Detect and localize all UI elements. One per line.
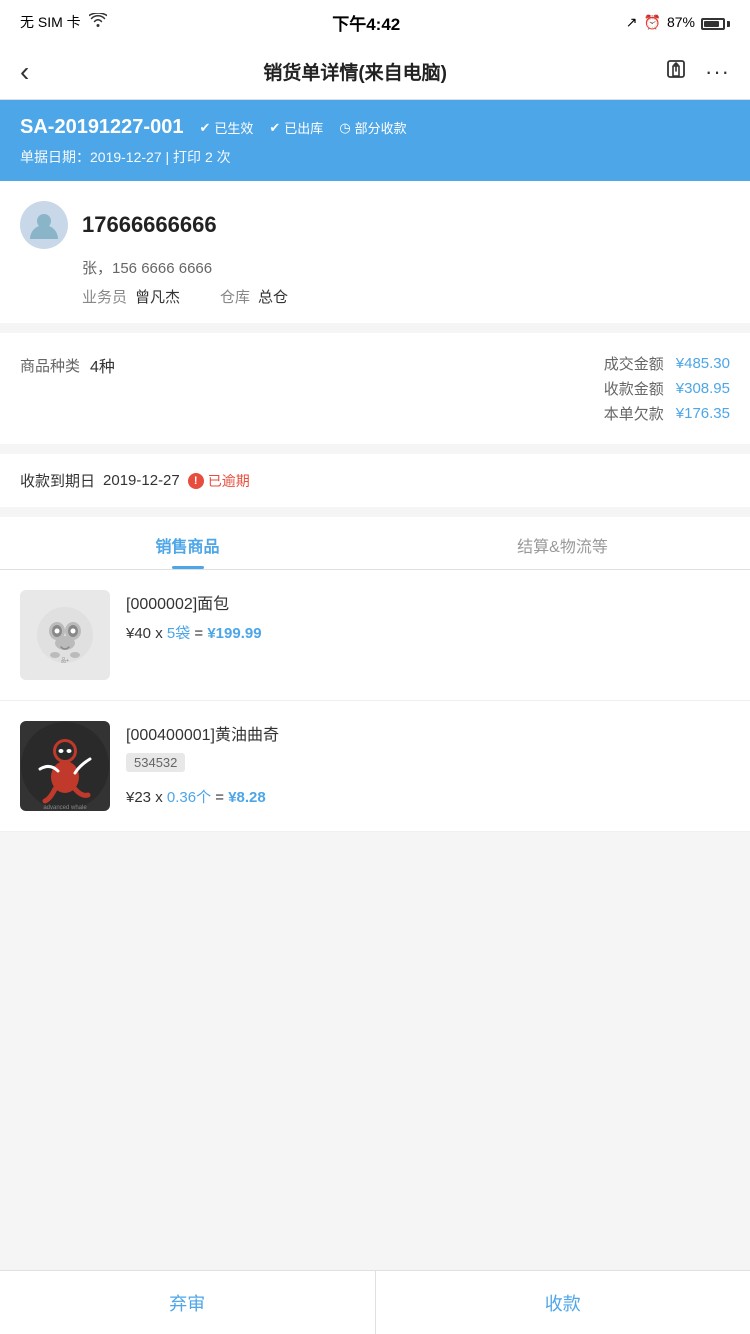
badge-active: ✔ 已生效 xyxy=(199,118,253,137)
sales-info: 业务员 曾凡杰 xyxy=(82,286,180,307)
wifi-icon xyxy=(89,13,107,32)
price-qty-1: 5袋 xyxy=(167,625,190,642)
overdue-text: 已逾期 xyxy=(208,471,250,491)
amount-row: 成交金额 ¥485.30 xyxy=(604,353,730,374)
status-left: 无 SIM 卡 xyxy=(20,12,107,32)
order-date: 2019-12-27 xyxy=(90,149,162,165)
product-price-1: ¥40 x 5袋 = ¥199.99 xyxy=(126,622,730,643)
price-base-1: ¥40 xyxy=(126,625,151,642)
debt-label: 本单欠款 xyxy=(604,403,664,424)
order-date-row: 单据日期：2019-12-27 | 打印 2 次 xyxy=(20,147,730,167)
category-label: 商品种类 xyxy=(20,355,80,376)
product-thumbnail-2: advanced whale xyxy=(20,721,110,811)
category-count: 4种 xyxy=(90,353,115,377)
amount-label: 成交金额 xyxy=(604,353,664,374)
badge-shipped: ✔ 已出库 xyxy=(269,118,323,137)
price-total-2: ¥8.28 xyxy=(228,789,266,806)
price-base-2: ¥23 xyxy=(126,789,151,806)
product-name-1: [0000002]面包 xyxy=(126,590,730,614)
product-tag-2: 534532 xyxy=(126,753,185,772)
svg-text:品+: 品+ xyxy=(61,658,69,664)
due-label: 收款到期日 xyxy=(20,470,95,491)
overdue-dot-icon: ! xyxy=(188,473,204,489)
list-item: 品+ [0000002]面包 ¥40 x 5袋 = ¥199.99 xyxy=(0,570,750,701)
debt-row: 本单欠款 ¥176.35 xyxy=(604,403,730,424)
battery-label: 87% xyxy=(667,14,695,30)
stats-right: 成交金额 ¥485.30 收款金额 ¥308.95 本单欠款 ¥176.35 xyxy=(604,353,730,424)
warehouse-info: 仓库 总仓 xyxy=(220,286,288,307)
stats-section: 商品种类 4种 成交金额 ¥485.30 收款金额 ¥308.95 本单欠款 ¥… xyxy=(0,333,750,444)
price-qty-2: 0.36个 xyxy=(167,789,211,806)
product-info-2: [000400001]黄油曲奇 534532 ¥23 x 0.36个 = ¥8.… xyxy=(126,721,730,807)
more-icon[interactable]: ··· xyxy=(705,59,730,85)
back-button[interactable]: ‹ xyxy=(20,56,29,88)
received-row: 收款金额 ¥308.95 xyxy=(604,378,730,399)
check-icon-2: ✔ xyxy=(269,120,280,136)
order-id: SA-20191227-001 xyxy=(20,116,183,139)
location-icon: ↗ xyxy=(626,14,638,31)
order-header: SA-20191227-001 ✔ 已生效 ✔ 已出库 ◷ 部分收款 单据日期：… xyxy=(0,100,750,181)
due-section: 收款到期日 2019-12-27 ! 已逾期 xyxy=(0,454,750,507)
product-info-1: [0000002]面包 ¥40 x 5袋 = ¥199.99 xyxy=(126,590,730,643)
collect-payment-button[interactable]: 收款 xyxy=(376,1271,750,1334)
status-bar: 无 SIM 卡 下午4:42 ↗ ⏰ 87% xyxy=(0,0,750,44)
warehouse-name: 总仓 xyxy=(258,286,288,307)
avatar xyxy=(20,201,68,249)
order-header-top: SA-20191227-001 ✔ 已生效 ✔ 已出库 ◷ 部分收款 xyxy=(20,116,730,139)
tabs-section: 销售商品 结算&物流等 xyxy=(0,517,750,832)
price-total-1: ¥199.99 xyxy=(207,625,261,642)
tab-settlement[interactable]: 结算&物流等 xyxy=(375,517,750,569)
bottom-bar: 弃审 收款 xyxy=(0,1270,750,1334)
date-label: 单据日期： xyxy=(20,149,90,165)
abandon-review-button[interactable]: 弃审 xyxy=(0,1271,376,1334)
product-price-2: ¥23 x 0.36个 = ¥8.28 xyxy=(126,786,730,807)
price-x-1: x xyxy=(155,625,167,642)
page-title: 销货单详情(来自电脑) xyxy=(45,58,665,85)
sales-name: 曾凡杰 xyxy=(135,286,180,307)
customer-top: 17666666666 xyxy=(20,201,730,249)
amount-value: ¥485.30 xyxy=(676,355,730,372)
customer-meta: 业务员 曾凡杰 仓库 总仓 xyxy=(20,286,730,307)
svg-text:advanced whale: advanced whale xyxy=(43,805,87,811)
status-right: ↗ ⏰ 87% xyxy=(626,14,730,31)
tab-products[interactable]: 销售商品 xyxy=(0,517,375,569)
warehouse-label: 仓库 xyxy=(220,286,250,307)
nav-bar: ‹ 销货单详情(来自电脑) ··· xyxy=(0,44,750,100)
nav-actions: ··· xyxy=(665,58,730,86)
sales-label: 业务员 xyxy=(82,286,127,307)
debt-value: ¥176.35 xyxy=(676,405,730,422)
battery-icon xyxy=(701,14,730,30)
price-eq-1: = xyxy=(194,625,207,642)
clock-icon: ◷ xyxy=(339,120,350,136)
product-name-2: [000400001]黄油曲奇 xyxy=(126,721,730,745)
stats-left: 商品种类 4种 xyxy=(20,353,604,377)
print-suffix: 次 xyxy=(213,149,231,165)
received-value: ¥308.95 xyxy=(676,380,730,397)
customer-phone: 17666666666 xyxy=(82,212,217,238)
list-item: advanced whale [000400001]黄油曲奇 534532 ¥2… xyxy=(0,701,750,832)
status-time: 下午4:42 xyxy=(332,10,400,35)
product-thumbnail-1: 品+ xyxy=(20,590,110,680)
customer-section: 17666666666 张，156 6666 6666 业务员 曾凡杰 仓库 总… xyxy=(0,181,750,323)
tabs-bar: 销售商品 结算&物流等 xyxy=(0,517,750,570)
overdue-badge: ! 已逾期 xyxy=(188,471,250,491)
due-date: 2019-12-27 xyxy=(103,472,180,489)
print-count: 2 xyxy=(205,149,213,165)
product-list: 品+ [0000002]面包 ¥40 x 5袋 = ¥199.99 xyxy=(0,570,750,832)
price-x-2: x xyxy=(155,789,167,806)
price-eq-2: = xyxy=(215,789,228,806)
customer-detail: 张，156 6666 6666 xyxy=(20,257,730,278)
print-label: | 打印 xyxy=(162,149,205,165)
sim-label: 无 SIM 卡 xyxy=(20,12,81,32)
alarm-icon: ⏰ xyxy=(644,14,661,31)
check-icon-1: ✔ xyxy=(199,120,210,136)
share-icon[interactable] xyxy=(665,58,687,86)
received-label: 收款金额 xyxy=(604,378,664,399)
badge-partial: ◷ 部分收款 xyxy=(339,118,406,137)
